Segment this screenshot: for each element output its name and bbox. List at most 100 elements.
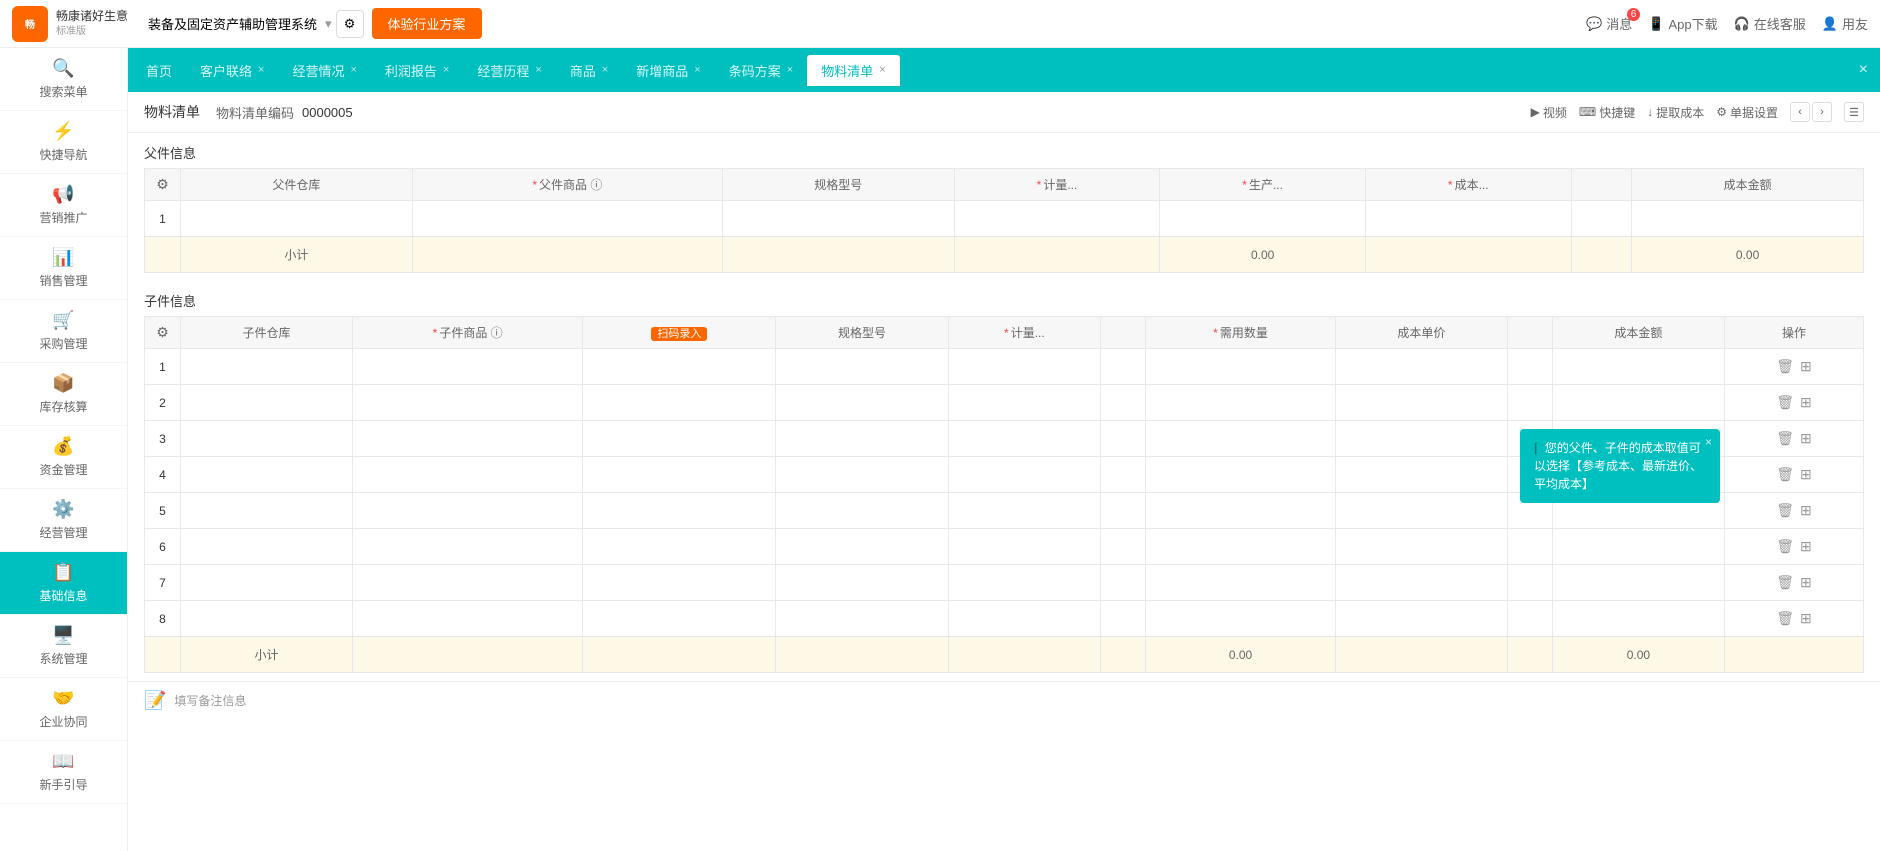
child-spec-3[interactable] [776,421,948,457]
child-warehouse-3[interactable] [181,421,353,457]
sidebar-item-purchase[interactable]: 🛒 采购管理 [0,300,127,363]
gear-button[interactable]: ⚙ [336,10,364,38]
child-warehouse-5[interactable] [181,493,353,529]
close-tab-product[interactable]: × [602,64,608,76]
tab-home[interactable]: 首页 [132,55,186,86]
child-unit-8[interactable] [948,601,1101,637]
child-qty-4[interactable] [1146,457,1336,493]
child-warehouse-4[interactable] [181,457,353,493]
child-spec-2[interactable] [776,385,948,421]
child-spec-7[interactable] [776,565,948,601]
child-unit-7[interactable] [948,565,1101,601]
close-tab-new-product[interactable]: × [694,64,700,76]
sidebar-item-guide[interactable]: 📖 新手引导 [0,741,127,804]
child-qty-8[interactable] [1146,601,1336,637]
sidebar-item-sales[interactable]: 📊 销售管理 [0,237,127,300]
sidebar-item-enterprise[interactable]: 🤝 企业协同 [0,678,127,741]
view-toggle[interactable]: ☰ [1844,102,1864,122]
parent-spec-1[interactable] [722,201,954,237]
close-tab-customer[interactable]: × [258,64,264,76]
sidebar-item-operations[interactable]: ⚙️ 经营管理 [0,489,127,552]
child-product-4[interactable] [353,457,583,493]
child-unit-4[interactable] [948,457,1101,493]
copy-row-3-icon[interactable]: ⊞ [1800,430,1812,447]
tab-profit-report[interactable]: 利润报告 × [371,55,463,86]
child-product-7[interactable] [353,565,583,601]
child-qty-7[interactable] [1146,565,1336,601]
child-warehouse-2[interactable] [181,385,353,421]
child-warehouse-7[interactable] [181,565,353,601]
parent-product-1[interactable] [412,201,722,237]
child-unit-cost-2[interactable] [1335,385,1507,421]
delete-row-3-icon[interactable]: 🗑 [1776,430,1794,447]
video-link[interactable]: ▶ 视频 [1531,104,1567,121]
online-service-button[interactable]: 🎧 在线客服 [1734,14,1806,33]
child-unit-1[interactable] [948,349,1101,385]
child-warehouse-8[interactable] [181,601,353,637]
close-tab-ops-hist[interactable]: × [535,64,541,76]
child-unit-cost-5[interactable] [1335,493,1507,529]
delete-row-4-icon[interactable]: 🗑 [1776,466,1794,483]
child-product-2[interactable] [353,385,583,421]
child-col-scan[interactable]: 扫码录入 [583,317,776,349]
child-unit-cost-4[interactable] [1335,457,1507,493]
sidebar-item-quick-nav[interactable]: ⚡ 快捷导航 [0,111,127,174]
child-warehouse-6[interactable] [181,529,353,565]
child-qty-2[interactable] [1146,385,1336,421]
tab-product[interactable]: 商品 × [556,55,622,86]
child-qty-3[interactable] [1146,421,1336,457]
close-tab-bom[interactable]: × [879,64,885,76]
message-button[interactable]: 💬 消息 6 [1586,14,1632,33]
parent-cost-1[interactable] [1365,201,1571,237]
shortcut-link[interactable]: ⌨ 快捷键 [1579,104,1635,121]
delete-row-7-icon[interactable]: 🗑 [1776,574,1794,591]
sidebar-item-inventory[interactable]: 📦 库存核算 [0,363,127,426]
child-product-8[interactable] [353,601,583,637]
sidebar-item-search[interactable]: 🔍 搜索菜单 [0,48,127,111]
close-tab-ops-status[interactable]: × [350,64,356,76]
user-menu[interactable]: 👤 用友 [1822,14,1868,33]
copy-row-4-icon[interactable]: ⊞ [1800,466,1812,483]
parent-produce-1[interactable] [1160,201,1366,237]
tab-new-product[interactable]: 新增商品 × [622,55,714,86]
delete-row-8-icon[interactable]: 🗑 [1776,610,1794,627]
child-spec-5[interactable] [776,493,948,529]
close-tab-barcode[interactable]: × [787,64,793,76]
trial-button[interactable]: 体验行业方案 [372,8,482,39]
tab-customer[interactable]: 客户联络 × [186,55,278,86]
child-qty-5[interactable] [1146,493,1336,529]
child-unit-cost-8[interactable] [1335,601,1507,637]
child-product-5[interactable] [353,493,583,529]
copy-row-7-icon[interactable]: ⊞ [1800,574,1812,591]
delete-row-6-icon[interactable]: 🗑 [1776,538,1794,555]
child-product-3[interactable] [353,421,583,457]
system-dropdown-icon[interactable]: ▾ [325,16,332,32]
delete-row-5-icon[interactable]: 🗑 [1776,502,1794,519]
tooltip-close[interactable]: × [1705,433,1712,451]
parent-unit-1[interactable] [954,201,1160,237]
close-all-tabs[interactable]: × [1851,57,1876,83]
delete-row-1-icon[interactable]: 🗑 [1776,358,1794,375]
child-col-settings[interactable]: ⚙ [145,317,181,349]
delete-row-2-icon[interactable]: 🗑 [1776,394,1794,411]
copy-row-8-icon[interactable]: ⊞ [1800,610,1812,627]
tab-bom[interactable]: 物料清单 × [807,55,899,86]
next-arrow[interactable]: › [1812,102,1832,122]
tab-ops-history[interactable]: 经营历程 × [463,55,555,86]
sidebar-item-marketing[interactable]: 📢 营销推广 [0,174,127,237]
child-unit-2[interactable] [948,385,1101,421]
child-spec-6[interactable] [776,529,948,565]
close-tab-profit[interactable]: × [443,64,449,76]
prev-arrow[interactable]: ‹ [1790,102,1810,122]
copy-row-5-icon[interactable]: ⊞ [1800,502,1812,519]
child-unit-cost-1[interactable] [1335,349,1507,385]
app-download-button[interactable]: 📱 App下载 [1648,14,1717,33]
child-unit-cost-6[interactable] [1335,529,1507,565]
child-unit-5[interactable] [948,493,1101,529]
child-warehouse-1[interactable] [181,349,353,385]
copy-row-1-icon[interactable]: ⊞ [1800,358,1812,375]
sidebar-item-finance[interactable]: 💰 资金管理 [0,426,127,489]
parent-warehouse-1[interactable] [181,201,413,237]
sidebar-item-system[interactable]: 🖥️ 系统管理 [0,615,127,678]
child-spec-1[interactable] [776,349,948,385]
